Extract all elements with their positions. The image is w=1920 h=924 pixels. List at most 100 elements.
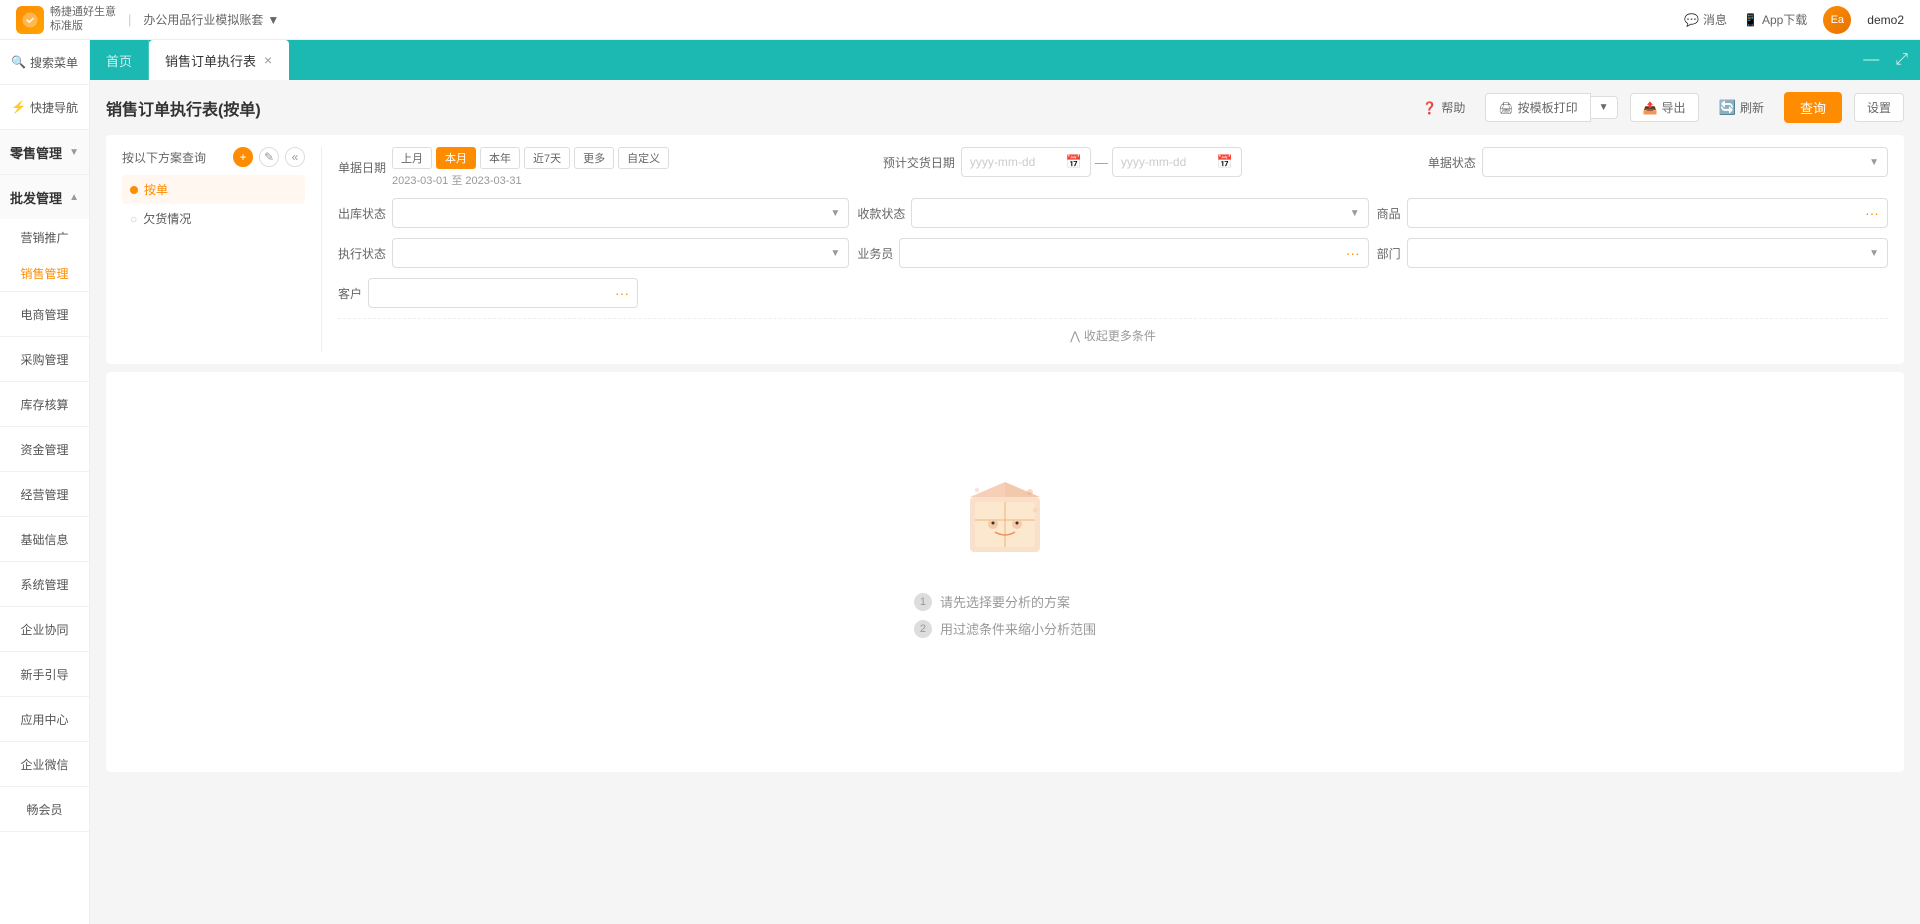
receive-status-label: 收款状态 [857, 205, 905, 222]
nav-icon-欠货情况: ○ [130, 212, 137, 226]
message-btn[interactable]: 💬 消息 [1684, 11, 1727, 28]
expected-date-control: yyyy-mm-dd 📅 — yyyy-mm-dd 📅 [961, 147, 1420, 177]
sidebar-retail-group: 零售管理 ▼ [0, 130, 89, 175]
wholesale-chevron: ▲ [69, 192, 79, 203]
app-download-label: App下载 [1762, 11, 1807, 28]
sidebar-item-appcenter[interactable]: 应用中心 [0, 697, 89, 741]
more-conditions-toggle[interactable]: ⋀ 收起更多条件 [338, 318, 1888, 352]
refresh-label: 刷新 [1740, 99, 1764, 116]
sidebar-wholesale-group: 批发管理 ▲ 营销推广 销售管理 [0, 175, 89, 292]
company-name: 办公用品行业模拟账套 [143, 11, 263, 28]
header-right: 💬 消息 📱 App下载 Ea demo2 [1684, 6, 1904, 34]
filter-nav-按单[interactable]: 按单 [122, 175, 305, 204]
tab-home[interactable]: 首页 [90, 40, 149, 80]
user-name[interactable]: demo2 [1867, 13, 1904, 27]
refresh-btn[interactable]: 🔄 刷新 [1711, 95, 1772, 120]
quicknav-icon: ⚡ [11, 100, 26, 114]
filter-field-date: 单据日期 上月 本月 本年 近7天 更多 自定义 [338, 147, 875, 188]
sidebar-item-wechat[interactable]: 企业微信 [0, 742, 89, 786]
sidebar-item-wholesale[interactable]: 批发管理 ▲ [0, 175, 89, 219]
page-title-bar: 销售订单执行表(按单) ❓ 帮助 🖨 按模板打印 ▼ [106, 92, 1904, 123]
collapse-plan-btn[interactable]: « [285, 147, 305, 167]
sidebar-quicknav-group: ⚡ 快捷导航 [0, 85, 89, 130]
settings-btn[interactable]: 设置 [1854, 93, 1904, 122]
sidebar-item-basic[interactable]: 基础信息 [0, 517, 89, 561]
sidebar-member-group: 畅会员 [0, 787, 89, 832]
add-plan-btn[interactable]: + [233, 147, 253, 167]
sidebar-item-collab[interactable]: 企业协同 [0, 607, 89, 651]
filter-left-actions: + ✎ « [233, 147, 305, 167]
sidebar-quicknav-label: 快捷导航 [30, 99, 78, 116]
company-selector[interactable]: 办公用品行业模拟账套 ▼ [143, 11, 279, 28]
filter-nav-欠货情况[interactable]: ○ 欠货情况 [122, 204, 305, 233]
sidebar-collab-group: 企业协同 [0, 607, 89, 652]
sidebar-purchase-label: 采购管理 [20, 351, 68, 368]
print-dropdown-btn[interactable]: ▼ [1591, 96, 1618, 119]
expected-date-end[interactable]: yyyy-mm-dd 📅 [1112, 147, 1242, 177]
date-tab-7days[interactable]: 近7天 [524, 147, 570, 169]
sidebar-item-quicknav[interactable]: ⚡ 快捷导航 [0, 85, 89, 129]
help-label: 帮助 [1441, 99, 1465, 116]
receive-status-arrow: ▼ [1350, 208, 1360, 219]
sidebar-item-ecommerce[interactable]: 电商管理 [0, 292, 89, 336]
sidebar-item-finance[interactable]: 资金管理 [0, 427, 89, 471]
date-tab-this-month[interactable]: 本月 [436, 147, 476, 169]
refresh-icon: 🔄 [1719, 99, 1736, 116]
print-btn[interactable]: 🖨 按模板打印 [1485, 93, 1590, 122]
empty-tip-1: 1 请先选择要分析的方案 [914, 592, 1070, 611]
receive-status-select[interactable]: ▼ [911, 198, 1368, 228]
sidebar-item-system[interactable]: 系统管理 [0, 562, 89, 606]
exec-status-select[interactable]: ▼ [392, 238, 849, 268]
out-status-select[interactable]: ▼ [392, 198, 849, 228]
help-btn[interactable]: ❓ 帮助 [1414, 95, 1473, 120]
filter-field-customer: 客户 ··· [338, 278, 638, 308]
date-tab-more[interactable]: 更多 [574, 147, 614, 169]
retail-chevron: ▼ [69, 147, 79, 158]
dept-control: ▼ [1407, 238, 1888, 268]
expected-date-group: yyyy-mm-dd 📅 — yyyy-mm-dd 📅 [961, 147, 1420, 177]
export-btn[interactable]: 📤 导出 [1630, 93, 1699, 122]
out-status-arrow: ▼ [830, 208, 840, 219]
sidebar-item-retail[interactable]: 零售管理 ▼ [0, 130, 89, 174]
logo-area: 畅捷通好生意 标准版 [16, 6, 116, 34]
sidebar-item-guide[interactable]: 新手引导 [0, 652, 89, 696]
exec-status-control: ▼ [392, 238, 849, 268]
empty-state: 1 请先选择要分析的方案 2 用过滤条件来缩小分析范围 [106, 372, 1904, 718]
sidebar-item-inventory[interactable]: 库存核算 [0, 382, 89, 426]
sidebar-item-search[interactable]: 🔍 搜索菜单 [0, 40, 89, 84]
customer-ellipsis-icon: ··· [615, 285, 629, 301]
tip-num-1: 1 [914, 593, 932, 611]
sidebar-item-marketing[interactable]: 营销推广 [0, 219, 89, 255]
top-header: 畅捷通好生意 标准版 | 办公用品行业模拟账套 ▼ 💬 消息 📱 App下载 E… [0, 0, 1920, 40]
status-select[interactable]: ▼ [1482, 147, 1888, 177]
app-download-btn[interactable]: 📱 App下载 [1743, 11, 1807, 28]
content-area: 销售订单执行表(按单) ❓ 帮助 🖨 按模板打印 ▼ [90, 80, 1920, 924]
customer-input[interactable]: ··· [368, 278, 638, 308]
dept-select[interactable]: ▼ [1407, 238, 1888, 268]
goods-input[interactable]: ··· [1407, 198, 1888, 228]
sidebar-inventory-label: 库存核算 [20, 396, 68, 413]
tab-sales-exec[interactable]: 销售订单执行表 × [149, 40, 289, 80]
expected-date-start[interactable]: yyyy-mm-dd 📅 [961, 147, 1091, 177]
date-tab-this-year[interactable]: 本年 [480, 147, 520, 169]
date-tab-custom[interactable]: 自定义 [618, 147, 669, 169]
sidebar-item-operations[interactable]: 经营管理 [0, 472, 89, 516]
edit-plan-btn[interactable]: ✎ [259, 147, 279, 167]
sidebar-item-purchase[interactable]: 采购管理 [0, 337, 89, 381]
sidebar-item-sales[interactable]: 销售管理 [0, 255, 89, 291]
date-tab-last-month[interactable]: 上月 [392, 147, 432, 169]
nav-label-欠货情况: 欠货情况 [143, 210, 191, 227]
query-btn[interactable]: 查询 [1784, 92, 1842, 123]
header-left: 畅捷通好生意 标准版 | 办公用品行业模拟账套 ▼ [16, 6, 279, 34]
sidebar-item-member[interactable]: 畅会员 [0, 787, 89, 831]
filter-row-2: 出库状态 ▼ 收款状态 [338, 198, 1888, 228]
dropdown-icon: ▼ [267, 13, 279, 27]
user-avatar[interactable]: Ea [1823, 6, 1851, 34]
tab-collapse-btn[interactable]: — [1859, 47, 1883, 73]
tip-text-2: 用过滤条件来缩小分析范围 [940, 619, 1096, 638]
message-label: 消息 [1703, 11, 1727, 28]
tab-close-icon[interactable]: × [264, 53, 272, 67]
tab-expand-btn[interactable]: ⤢ [1891, 47, 1912, 73]
salesman-input[interactable]: ··· [899, 238, 1368, 268]
export-icon: 📤 [1643, 101, 1658, 115]
